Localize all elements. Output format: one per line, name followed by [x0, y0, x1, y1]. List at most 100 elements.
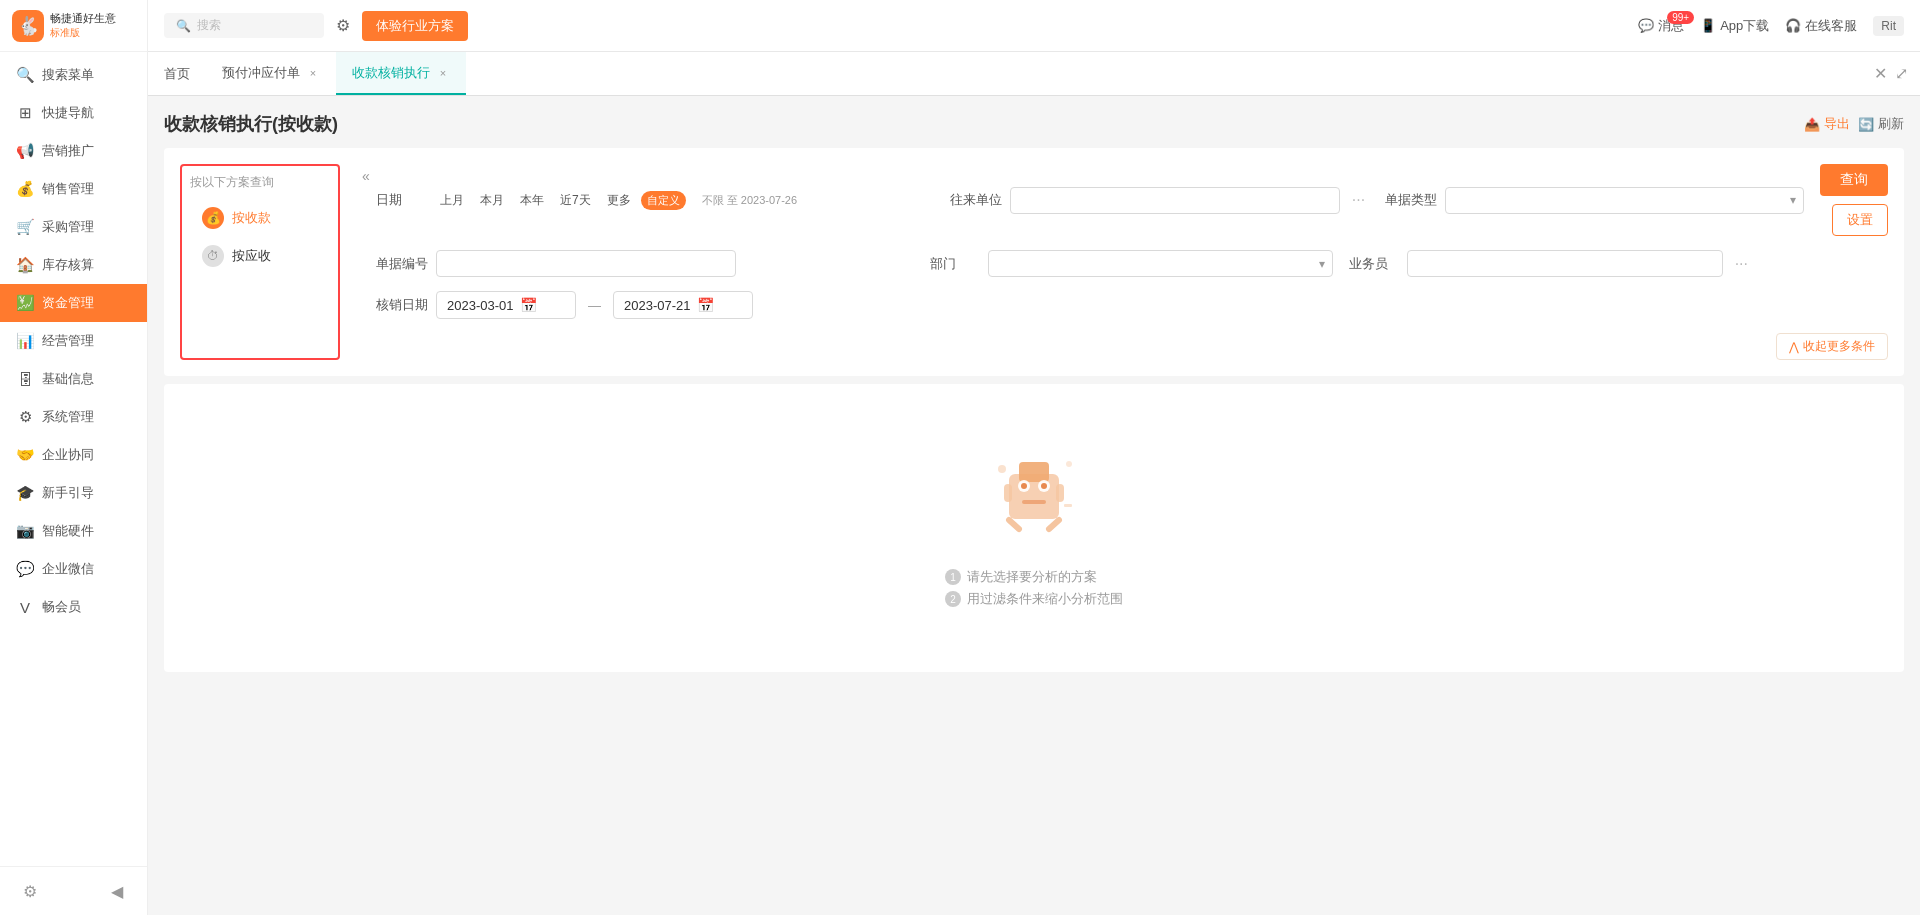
- refresh-btn[interactable]: 🔄 刷新: [1858, 115, 1904, 133]
- sidebar-item-purchase[interactable]: 🛒 采购管理: [0, 208, 147, 246]
- collapse-more-row: ⋀ 收起更多条件: [376, 333, 1888, 360]
- tab-prepay[interactable]: 预付冲应付单 ×: [206, 52, 336, 95]
- filter-collapse-sidebar-btn[interactable]: «: [356, 164, 376, 360]
- logo-text: 畅捷通好生意 标准版: [50, 11, 116, 39]
- sidebar-item-operation[interactable]: 📊 经营管理: [0, 322, 147, 360]
- sidebar-logo: 🐇 畅捷通好生意 标准版: [0, 0, 147, 52]
- sidebar-item-hardware[interactable]: 📷 智能硬件: [0, 512, 147, 550]
- date-label: 日期: [376, 191, 426, 209]
- partner-input[interactable]: [1010, 187, 1339, 214]
- inventory-icon: 🏠: [16, 256, 34, 274]
- query-btn[interactable]: 查询: [1820, 164, 1888, 196]
- sidebar-item-sales-label: 销售管理: [42, 180, 94, 198]
- sidebar: 🐇 畅捷通好生意 标准版 🔍 搜索菜单 ⊞ 快捷导航 📢 营销推广 💰 销售管理…: [0, 0, 148, 915]
- sidebar-item-finance[interactable]: 💹 资金管理: [0, 284, 147, 322]
- this-year-btn[interactable]: 本年: [514, 190, 550, 211]
- svg-line-9: [1009, 520, 1019, 529]
- filter-option-by-receivable[interactable]: ⏱ 按应收: [190, 237, 330, 275]
- empty-tips: 1 请先选择要分析的方案 2 用过滤条件来缩小分析范围: [945, 564, 1123, 612]
- last-month-btn[interactable]: 上月: [434, 190, 470, 211]
- sidebar-item-guide[interactable]: 🎓 新手引导: [0, 474, 147, 512]
- filter-form: 日期 上月 本月 本年 近7天 更多 自定义 不限 至 2023-07-26: [376, 164, 1888, 360]
- tab1-close[interactable]: ×: [306, 66, 320, 80]
- writeoff-date-start-input[interactable]: 2023-03-01 📅: [436, 291, 576, 319]
- tab-writeoff[interactable]: 收款核销执行 ×: [336, 52, 466, 95]
- message-badge[interactable]: 💬 消息 99+: [1638, 17, 1684, 35]
- sidebar-item-operation-label: 经营管理: [42, 332, 94, 350]
- writeoff-date-end-input[interactable]: 2023-07-21 📅: [613, 291, 753, 319]
- voucher-no-label: 单据编号: [376, 255, 428, 273]
- filter-option-by-receipt[interactable]: 💰 按收款: [190, 199, 330, 237]
- sidebar-item-quicknav[interactable]: ⊞ 快捷导航: [0, 94, 147, 132]
- logo-name: 畅捷通好生意: [50, 11, 116, 25]
- sidebar-item-hardware-label: 智能硬件: [42, 522, 94, 540]
- expand-tab-icon[interactable]: ⤢: [1895, 64, 1908, 83]
- staff-input[interactable]: [1407, 250, 1723, 277]
- last-7-days-btn[interactable]: 近7天: [554, 190, 597, 211]
- sidebar-item-base[interactable]: 🗄 基础信息: [0, 360, 147, 398]
- settings-footer-icon[interactable]: ⚙: [16, 877, 44, 905]
- sidebar-item-marketing[interactable]: 📢 营销推广: [0, 132, 147, 170]
- custom-date-badge[interactable]: 自定义: [641, 191, 686, 210]
- svg-rect-13: [1064, 504, 1072, 507]
- sidebar-menu: 🔍 搜索菜单 ⊞ 快捷导航 📢 营销推广 💰 销售管理 🛒 采购管理 🏠 库存核…: [0, 52, 147, 866]
- sidebar-item-wechat-label: 企业微信: [42, 560, 94, 578]
- sidebar-item-vip[interactable]: V 畅会员: [0, 588, 147, 626]
- sidebar-item-marketing-label: 营销推广: [42, 142, 94, 160]
- topbar-search-box[interactable]: 🔍 搜索: [164, 13, 324, 38]
- sales-icon: 💰: [16, 180, 34, 198]
- voucher-type-select[interactable]: [1445, 187, 1804, 214]
- staff-more-btn[interactable]: ···: [1731, 255, 1752, 273]
- sidebar-item-enterprise[interactable]: 🤝 企业协同: [0, 436, 147, 474]
- svg-line-10: [1049, 520, 1059, 529]
- this-month-btn[interactable]: 本月: [474, 190, 510, 211]
- export-btn[interactable]: 📤 导出: [1804, 115, 1850, 133]
- sidebar-item-search[interactable]: 🔍 搜索菜单: [0, 56, 147, 94]
- sidebar-item-enterprise-label: 企业协同: [42, 446, 94, 464]
- sidebar-item-inventory-label: 库存核算: [42, 256, 94, 274]
- sidebar-item-system-label: 系统管理: [42, 408, 94, 426]
- voucher-no-input[interactable]: [436, 250, 736, 277]
- settings-btn[interactable]: 设置: [1832, 204, 1888, 236]
- sidebar-item-guide-label: 新手引导: [42, 484, 94, 502]
- collapse-more-btn[interactable]: ⋀ 收起更多条件: [1776, 333, 1888, 360]
- writeoff-start-value: 2023-03-01: [447, 298, 514, 313]
- user-avatar[interactable]: Rit: [1873, 16, 1904, 36]
- tabbar: 首页 预付冲应付单 × 收款核销执行 × ✕ ⤢: [148, 52, 1920, 96]
- partner-more-btn[interactable]: ···: [1348, 191, 1369, 209]
- solution-btn[interactable]: 体验行业方案: [362, 11, 468, 41]
- sidebar-item-system[interactable]: ⚙ 系统管理: [0, 398, 147, 436]
- sidebar-item-wechat[interactable]: 💬 企业微信: [0, 550, 147, 588]
- sidebar-item-quicknav-label: 快捷导航: [42, 104, 94, 122]
- tab-home[interactable]: 首页: [148, 52, 206, 95]
- refresh-icon: 🔄: [1858, 117, 1874, 132]
- dept-select[interactable]: [988, 250, 1333, 277]
- calendar-start-icon: 📅: [520, 297, 537, 313]
- voucher-type-select-wrapper: [1445, 187, 1804, 214]
- online-service-btn[interactable]: 🎧 在线客服: [1785, 17, 1857, 35]
- filter-option1-label: 按收款: [232, 209, 271, 227]
- collapse-sidebar-icon[interactable]: ◀: [103, 877, 131, 905]
- tip1-num: 1: [945, 569, 961, 585]
- tab2-close[interactable]: ×: [436, 66, 450, 80]
- service-icon: 🎧: [1785, 18, 1801, 33]
- more-date-btn[interactable]: 更多: [601, 190, 637, 211]
- svg-rect-8: [1056, 484, 1064, 502]
- finance-icon: 💹: [16, 294, 34, 312]
- filter-dept-field: 部门: [930, 250, 1333, 277]
- tabbar-right-actions: ✕ ⤢: [1862, 52, 1920, 95]
- sidebar-item-sales[interactable]: 💰 销售管理: [0, 170, 147, 208]
- marketing-icon: 📢: [16, 142, 34, 160]
- dept-select-wrapper: [988, 250, 1333, 277]
- tab2-label: 收款核销执行: [352, 64, 430, 82]
- app-download-btn[interactable]: 📱 App下载: [1700, 17, 1769, 35]
- filter-voucher-no-field: 单据编号: [376, 250, 914, 277]
- sidebar-item-inventory[interactable]: 🏠 库存核算: [0, 246, 147, 284]
- close-tab-icon[interactable]: ✕: [1874, 64, 1887, 83]
- purchase-icon: 🛒: [16, 218, 34, 236]
- page-content: 收款核销执行(按收款) 📤 导出 🔄 刷新 按以下方案查询 💰 按收款: [148, 96, 1920, 915]
- gear-btn[interactable]: ⚙: [336, 16, 350, 35]
- sidebar-item-base-label: 基础信息: [42, 370, 94, 388]
- sidebar-item-finance-label: 资金管理: [42, 294, 94, 312]
- filter-writeoff-date-field: 核销日期 2023-03-01 📅 — 2023-07-21 📅: [376, 291, 1888, 319]
